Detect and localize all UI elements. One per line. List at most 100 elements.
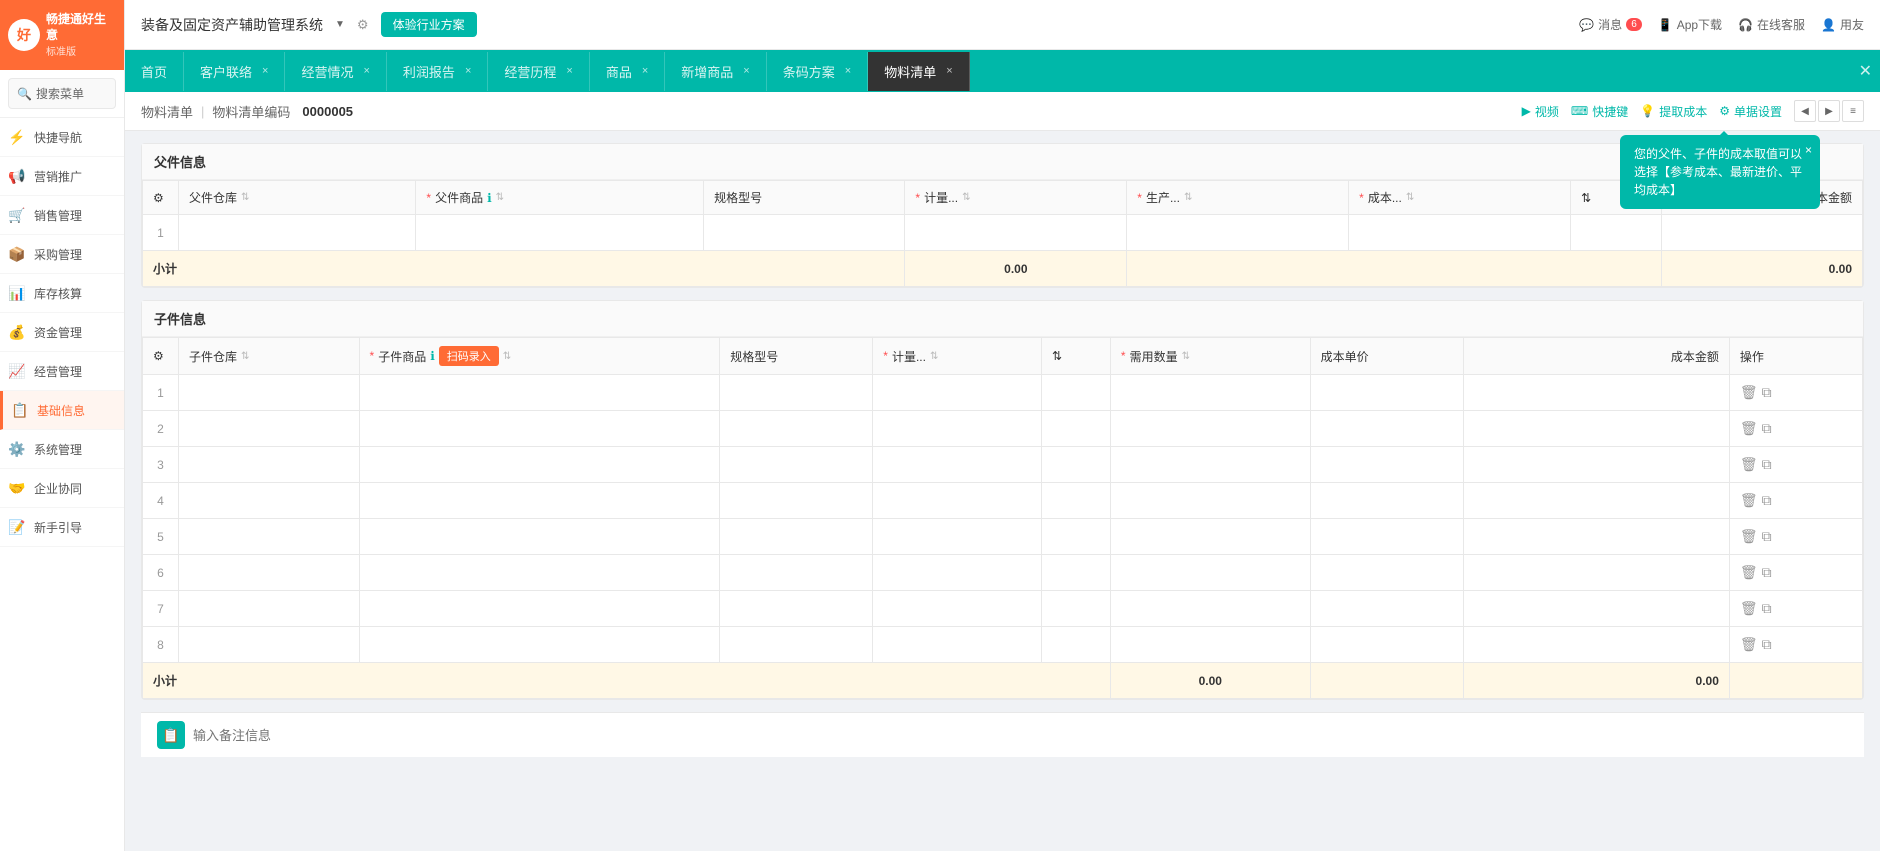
child-qty-cell[interactable] [1110,591,1310,627]
child-product-cell[interactable] [359,627,720,663]
child-qty-cell[interactable] [1110,375,1310,411]
tab-close-icon[interactable]: × [845,65,851,77]
child-qty-cell[interactable] [1110,555,1310,591]
child-warehouse-cell[interactable] [179,555,360,591]
child-qty-cell[interactable] [1110,627,1310,663]
child-warehouse-cell[interactable] [179,483,360,519]
delete-row-button[interactable]: 🗑 [1740,636,1758,653]
parent-cost-cell[interactable] [1349,215,1571,251]
tab-barcode[interactable]: 条码方案 × [767,52,868,91]
sidebar-item-enterprise[interactable]: 🤝 企业协同 [0,469,124,508]
nav-next-button[interactable]: ▶ [1818,100,1840,122]
tab-close-icon[interactable]: × [363,65,369,77]
child-col-settings[interactable]: ⚙ [143,338,179,375]
tab-home[interactable]: 首页 [125,52,184,91]
child-unit-cell[interactable] [873,483,1042,519]
child-warehouse-cell[interactable] [179,519,360,555]
child-qty-cell[interactable] [1110,411,1310,447]
delete-row-button[interactable]: 🗑 [1740,420,1758,437]
close-all-tabs-button[interactable]: ✕ [1859,61,1872,81]
child-warehouse-cell[interactable] [179,591,360,627]
search-menu-button[interactable]: 🔍 搜索菜单 [8,78,116,109]
footer-icon[interactable]: 📋 [157,721,185,749]
child-unit-cell[interactable] [873,375,1042,411]
copy-row-button[interactable]: ⧉ [1762,528,1772,545]
child-product-cell[interactable] [359,555,720,591]
child-unit-cell[interactable] [873,519,1042,555]
parent-product-cell[interactable] [416,215,704,251]
nav-menu-button[interactable]: ≡ [1842,100,1864,122]
tab-close-icon[interactable]: × [642,65,648,77]
sidebar-item-operation[interactable]: 📈 经营管理 [0,352,124,391]
child-product-cell[interactable] [359,483,720,519]
trial-button[interactable]: 体验行业方案 [381,12,477,37]
child-product-cell[interactable] [359,447,720,483]
view-video-button[interactable]: ▶ 视频 [1522,103,1559,120]
parent-warehouse-cell[interactable] [179,215,416,251]
child-unit-cell[interactable] [873,411,1042,447]
sidebar-item-purchase[interactable]: 📦 采购管理 [0,235,124,274]
sidebar-item-system[interactable]: ⚙️ 系统管理 [0,430,124,469]
scan-button[interactable]: 扫码录入 [439,346,499,366]
single-settings-button[interactable]: ⚙ 单据设置 [1719,103,1782,120]
child-qty-cell[interactable] [1110,483,1310,519]
copy-row-button[interactable]: ⧉ [1762,384,1772,401]
extract-cost-button[interactable]: 💡 提取成本 [1640,103,1707,120]
message-item[interactable]: 💬 消息 6 [1579,16,1642,33]
copy-row-button[interactable]: ⧉ [1762,600,1772,617]
delete-row-button[interactable]: 🗑 [1740,492,1758,509]
child-warehouse-cell[interactable] [179,375,360,411]
parent-unit-cell[interactable] [905,215,1127,251]
sidebar-item-inventory[interactable]: 📊 库存核算 [0,274,124,313]
child-warehouse-cell[interactable] [179,411,360,447]
parent-col-settings[interactable]: ⚙ [143,181,179,215]
remarks-input[interactable] [193,728,1848,743]
tab-customer[interactable]: 客户联络 × [184,52,285,91]
child-warehouse-cell[interactable] [179,627,360,663]
child-qty-cell[interactable] [1110,519,1310,555]
sidebar-item-guide[interactable]: 📝 新手引导 [0,508,124,547]
tab-close-icon[interactable]: × [743,65,749,77]
user-item[interactable]: 👤 用友 [1821,16,1864,33]
delete-row-button[interactable]: 🗑 [1740,456,1758,473]
tab-close-icon[interactable]: × [262,65,268,77]
tab-operation-history[interactable]: 经营历程 × [488,52,589,91]
shortcut-button[interactable]: ⌨ 快捷键 [1571,103,1628,120]
nav-prev-button[interactable]: ◀ [1794,100,1816,122]
sidebar-item-marketing[interactable]: 📢 营销推广 [0,157,124,196]
tab-close-icon[interactable]: × [566,65,572,77]
child-warehouse-cell[interactable] [179,447,360,483]
settings-icon[interactable]: ⚙ [357,17,369,33]
delete-row-button[interactable]: 🗑 [1740,384,1758,401]
copy-row-button[interactable]: ⧉ [1762,456,1772,473]
tab-new-product[interactable]: 新增商品 × [665,52,766,91]
sidebar-item-basic[interactable]: 📋 基础信息 [0,391,124,430]
tab-product[interactable]: 商品 × [590,52,665,91]
delete-row-button[interactable]: 🗑 [1740,564,1758,581]
child-product-cell[interactable] [359,411,720,447]
tab-operation-status[interactable]: 经营情况 × [285,52,386,91]
copy-row-button[interactable]: ⧉ [1762,636,1772,653]
online-service-item[interactable]: 🎧 在线客服 [1738,16,1805,33]
child-qty-cell[interactable] [1110,447,1310,483]
app-download-item[interactable]: 📱 App下载 [1658,16,1722,33]
tooltip-close-button[interactable]: × [1805,141,1812,159]
child-unit-cell[interactable] [873,627,1042,663]
child-unit-cell[interactable] [873,447,1042,483]
tab-close-icon[interactable]: × [946,65,952,77]
copy-row-button[interactable]: ⧉ [1762,564,1772,581]
child-product-cell[interactable] [359,519,720,555]
delete-row-button[interactable]: 🗑 [1740,528,1758,545]
tab-bom[interactable]: 物料清单 × [868,52,969,91]
tab-close-icon[interactable]: × [465,65,471,77]
sidebar-item-quick-nav[interactable]: ⚡ 快捷导航 [0,118,124,157]
child-product-cell[interactable] [359,375,720,411]
sidebar-item-sales[interactable]: 🛒 销售管理 [0,196,124,235]
child-product-cell[interactable] [359,591,720,627]
parent-production-cell[interactable] [1127,215,1349,251]
child-unit-cell[interactable] [873,591,1042,627]
sidebar-item-finance[interactable]: 💰 资金管理 [0,313,124,352]
delete-row-button[interactable]: 🗑 [1740,600,1758,617]
copy-row-button[interactable]: ⧉ [1762,492,1772,509]
tab-profit[interactable]: 利润报告 × [387,52,488,91]
